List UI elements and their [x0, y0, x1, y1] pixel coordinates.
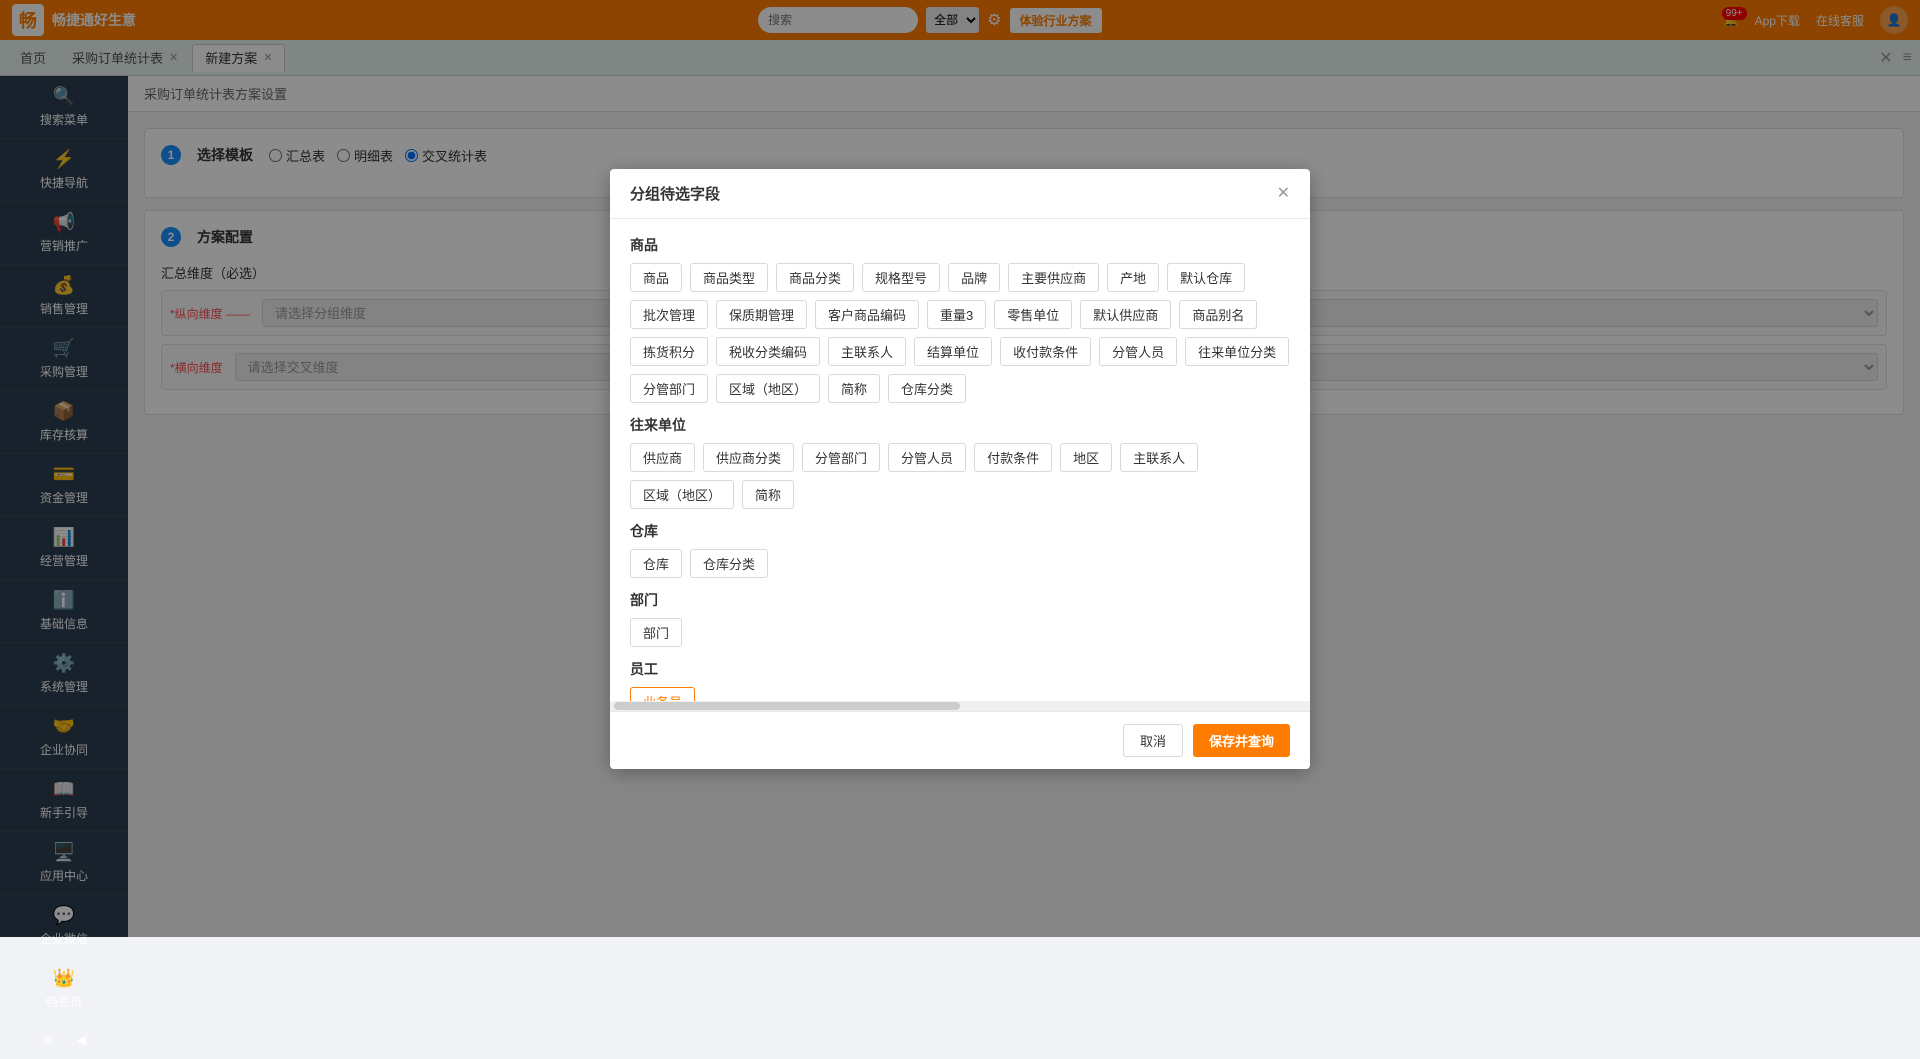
field-tag[interactable]: 重量3 — [927, 300, 986, 329]
field-tag[interactable]: 简称 — [828, 374, 880, 403]
field-tag[interactable]: 收付款条件 — [1000, 337, 1091, 366]
field-tag[interactable]: 业务员 — [630, 687, 695, 701]
field-tag[interactable]: 商品别名 — [1179, 300, 1257, 329]
field-tag[interactable]: 商品分类 — [776, 263, 854, 292]
modal-title: 分组待选字段 — [630, 183, 720, 204]
field-tag[interactable]: 税收分类编码 — [716, 337, 820, 366]
field-tag[interactable]: 主联系人 — [1120, 443, 1198, 472]
field-tag[interactable]: 规格型号 — [862, 263, 940, 292]
modal-body: 商品商品商品类型商品分类规格型号品牌主要供应商产地默认仓库批次管理保质期管理客户… — [610, 219, 1310, 701]
section-title-部门: 部门 — [630, 590, 1290, 610]
modal-overlay: 分组待选字段 ✕ 商品商品商品类型商品分类规格型号品牌主要供应商产地默认仓库批次… — [0, 0, 1920, 937]
field-tag[interactable]: 地区 — [1060, 443, 1112, 472]
field-tags-仓库: 仓库仓库分类 — [630, 549, 1290, 578]
field-tag[interactable]: 供应商 — [630, 443, 695, 472]
field-tags-商品: 商品商品类型商品分类规格型号品牌主要供应商产地默认仓库批次管理保质期管理客户商品… — [630, 263, 1290, 403]
field-tag[interactable]: 客户商品编码 — [815, 300, 919, 329]
field-tag[interactable]: 往来单位分类 — [1185, 337, 1289, 366]
sidebar-settings-btn[interactable]: ⚙ — [34, 1029, 61, 1051]
field-tag[interactable]: 批次管理 — [630, 300, 708, 329]
sidebar-label-member: 畅会员 — [46, 993, 82, 1010]
field-tag[interactable]: 仓库分类 — [888, 374, 966, 403]
modal-scroll-bar — [610, 701, 1310, 711]
field-tag[interactable]: 结算单位 — [914, 337, 992, 366]
sidebar-bottom: ⚙ ◀ — [0, 1021, 128, 1059]
field-tag[interactable]: 付款条件 — [974, 443, 1052, 472]
field-tag[interactable]: 分管人员 — [1099, 337, 1177, 366]
field-tag[interactable]: 主联系人 — [828, 337, 906, 366]
field-tag[interactable]: 默认仓库 — [1167, 263, 1245, 292]
field-tag[interactable]: 分管部门 — [630, 374, 708, 403]
field-tag[interactable]: 分管部门 — [802, 443, 880, 472]
modal-footer: 取消 保存并查询 — [610, 711, 1310, 769]
field-tag[interactable]: 主要供应商 — [1008, 263, 1099, 292]
field-tag[interactable]: 默认供应商 — [1080, 300, 1171, 329]
section-title-往来单位: 往来单位 — [630, 415, 1290, 435]
field-tag[interactable]: 仓库 — [630, 549, 682, 578]
cancel-button[interactable]: 取消 — [1123, 724, 1183, 757]
sidebar-item-member[interactable]: 👑 畅会员 — [0, 958, 128, 1021]
modal-header: 分组待选字段 ✕ — [610, 169, 1310, 219]
field-tag[interactable]: 零售单位 — [994, 300, 1072, 329]
field-tag[interactable]: 品牌 — [948, 263, 1000, 292]
field-select-modal: 分组待选字段 ✕ 商品商品商品类型商品分类规格型号品牌主要供应商产地默认仓库批次… — [610, 169, 1310, 769]
member-icon: 👑 — [53, 968, 75, 989]
field-tag[interactable]: 产地 — [1107, 263, 1159, 292]
field-tag[interactable]: 简称 — [742, 480, 794, 509]
field-tag[interactable]: 部门 — [630, 618, 682, 647]
field-tag[interactable]: 商品类型 — [690, 263, 768, 292]
section-title-员工: 员工 — [630, 659, 1290, 679]
sidebar-collapse-btn[interactable]: ◀ — [69, 1029, 94, 1051]
field-tag[interactable]: 供应商分类 — [703, 443, 794, 472]
field-tag[interactable]: 拣货积分 — [630, 337, 708, 366]
modal-scroll-thumb — [614, 702, 960, 710]
confirm-button[interactable]: 保存并查询 — [1193, 724, 1290, 757]
field-tags-部门: 部门 — [630, 618, 1290, 647]
section-title-仓库: 仓库 — [630, 521, 1290, 541]
field-tag[interactable]: 商品 — [630, 263, 682, 292]
field-tags-员工: 业务员 — [630, 687, 1290, 701]
field-tag[interactable]: 区域（地区） — [630, 480, 734, 509]
field-tag[interactable]: 分管人员 — [888, 443, 966, 472]
modal-close-button[interactable]: ✕ — [1277, 183, 1290, 203]
field-tag[interactable]: 区域（地区） — [716, 374, 820, 403]
field-tag[interactable]: 仓库分类 — [690, 549, 768, 578]
field-tags-往来单位: 供应商供应商分类分管部门分管人员付款条件地区主联系人区域（地区） 简称 — [630, 443, 1290, 509]
section-title-商品: 商品 — [630, 235, 1290, 255]
field-tag[interactable]: 保质期管理 — [716, 300, 807, 329]
